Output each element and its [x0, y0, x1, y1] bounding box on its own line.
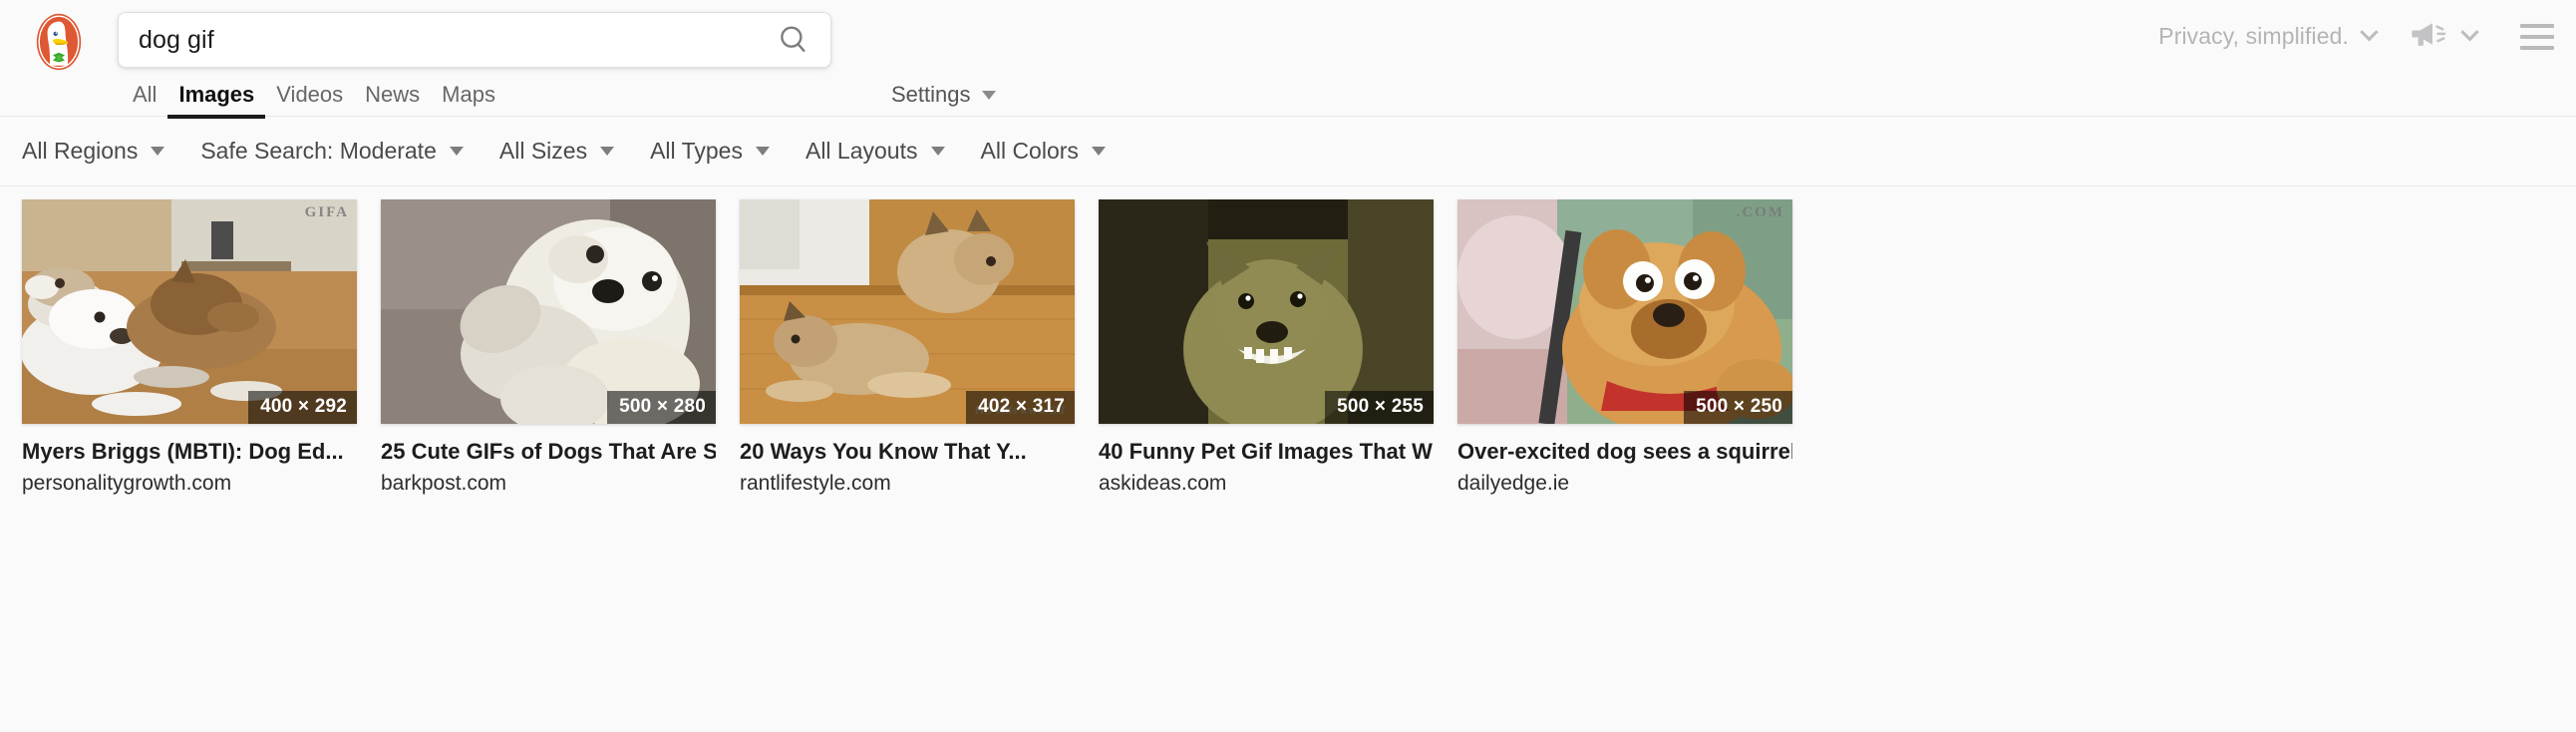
image-result-title[interactable]: Myers Briggs (MBTI): Dog Ed...: [22, 438, 357, 465]
image-result-domain[interactable]: askideas.com: [1099, 471, 1434, 496]
search-button[interactable]: [771, 17, 816, 63]
hamburger-bar: [2520, 24, 2554, 28]
privacy-label: Privacy, simplified.: [2158, 23, 2349, 50]
filter-safe-search[interactable]: Safe Search: Moderate: [200, 138, 464, 165]
image-thumbnail[interactable]: 500 × 280: [381, 199, 716, 424]
tab-maps[interactable]: Maps: [431, 82, 506, 119]
image-result-title[interactable]: 20 Ways You Know That Y...: [740, 438, 1075, 465]
image-dimensions-badge: 500 × 250: [1684, 391, 1792, 424]
hamburger-bar: [2520, 35, 2554, 39]
hamburger-bar: [2520, 46, 2554, 50]
chevron-down-icon: [151, 147, 164, 156]
filter-all-types[interactable]: All Types: [650, 138, 770, 165]
search-box[interactable]: [118, 12, 831, 68]
filter-label: All Layouts: [805, 138, 918, 165]
privacy-dropdown[interactable]: Privacy, simplified.: [2158, 23, 2376, 50]
filter-all-colors[interactable]: All Colors: [981, 138, 1106, 165]
image-result-domain[interactable]: barkpost.com: [381, 471, 716, 496]
tab-videos[interactable]: Videos: [265, 82, 354, 119]
image-thumbnail[interactable]: HD Gifs www.Gif 402 × 317: [740, 199, 1075, 424]
image-results-grid: GIFA 400 × 292 Myers Briggs (MBTI): Dog …: [0, 186, 2576, 496]
filter-label: All Sizes: [499, 138, 587, 165]
settings-label: Settings: [891, 82, 971, 108]
image-result-card[interactable]: 500 × 280 25 Cute GIFs of Dogs That Are …: [381, 199, 716, 496]
image-result-card[interactable]: 500 × 255 40 Funny Pet Gif Images That W…: [1099, 199, 1434, 496]
image-result-card[interactable]: .COM 500 × 250 Over-excited dog sees a s…: [1457, 199, 1792, 496]
chevron-down-icon: [931, 147, 945, 156]
chevron-down-icon: [756, 147, 770, 156]
chevron-down-icon: [2360, 23, 2378, 41]
image-dimensions-badge: 500 × 255: [1325, 391, 1434, 424]
nav-tabs-row: All Images Videos News Maps Settings: [118, 82, 996, 130]
filter-label: Safe Search: Moderate: [200, 138, 437, 165]
filter-label: All Colors: [981, 138, 1079, 165]
filter-all-sizes[interactable]: All Sizes: [499, 138, 614, 165]
image-result-title[interactable]: 40 Funny Pet Gif Images That Will Make Y…: [1099, 438, 1434, 465]
image-dimensions-badge: 402 × 317: [966, 391, 1075, 424]
image-thumbnail[interactable]: GIFA 400 × 292: [22, 199, 357, 424]
chevron-down-icon: [600, 147, 614, 156]
megaphone-icon: [2412, 20, 2451, 53]
tab-news[interactable]: News: [354, 82, 431, 119]
search-area: All Images Videos News Maps Settings: [118, 0, 996, 130]
image-watermark: GIFA: [305, 204, 349, 221]
announcements-dropdown[interactable]: [2412, 20, 2476, 53]
image-result-domain[interactable]: dailyedge.ie: [1457, 471, 1792, 496]
image-result-card[interactable]: GIFA 400 × 292 Myers Briggs (MBTI): Dog …: [22, 199, 357, 496]
image-thumbnail[interactable]: .COM 500 × 250: [1457, 199, 1792, 424]
filter-all-regions[interactable]: All Regions: [22, 138, 164, 165]
image-result-domain[interactable]: rantlifestyle.com: [740, 471, 1075, 496]
image-dimensions-badge: 500 × 280: [607, 391, 716, 424]
nav-tabs: All Images Videos News Maps: [122, 82, 506, 119]
chevron-down-icon: [1092, 147, 1106, 156]
chevron-down-icon: [982, 91, 996, 100]
page-header: All Images Videos News Maps Settings Pri…: [0, 0, 2576, 116]
image-thumbnail[interactable]: 500 × 255: [1099, 199, 1434, 424]
image-result-title[interactable]: Over-excited dog sees a squirrel, shriek…: [1457, 438, 1792, 465]
filter-label: All Types: [650, 138, 743, 165]
settings-dropdown[interactable]: Settings: [891, 82, 997, 119]
tab-all[interactable]: All: [122, 82, 167, 119]
hamburger-menu-icon[interactable]: [2520, 24, 2554, 50]
header-right-cluster: Privacy, simplified.: [2158, 20, 2554, 53]
image-dimensions-badge: 400 × 292: [248, 391, 357, 424]
image-result-card[interactable]: HD Gifs www.Gif 402 × 317 20 Ways You Kn…: [740, 199, 1075, 496]
image-result-domain[interactable]: personalitygrowth.com: [22, 471, 357, 496]
image-result-title[interactable]: 25 Cute GIFs of Dogs That Are So Lovey-D…: [381, 438, 716, 465]
filter-all-layouts[interactable]: All Layouts: [805, 138, 945, 165]
chevron-down-icon: [2460, 23, 2478, 41]
logo-container: [0, 0, 118, 72]
chevron-down-icon: [450, 147, 464, 156]
tab-images[interactable]: Images: [167, 82, 265, 119]
image-watermark: .COM: [1737, 204, 1784, 221]
search-icon: [777, 23, 810, 57]
duckduckgo-logo[interactable]: [29, 12, 89, 72]
filter-label: All Regions: [22, 138, 138, 165]
search-input[interactable]: [139, 26, 771, 55]
